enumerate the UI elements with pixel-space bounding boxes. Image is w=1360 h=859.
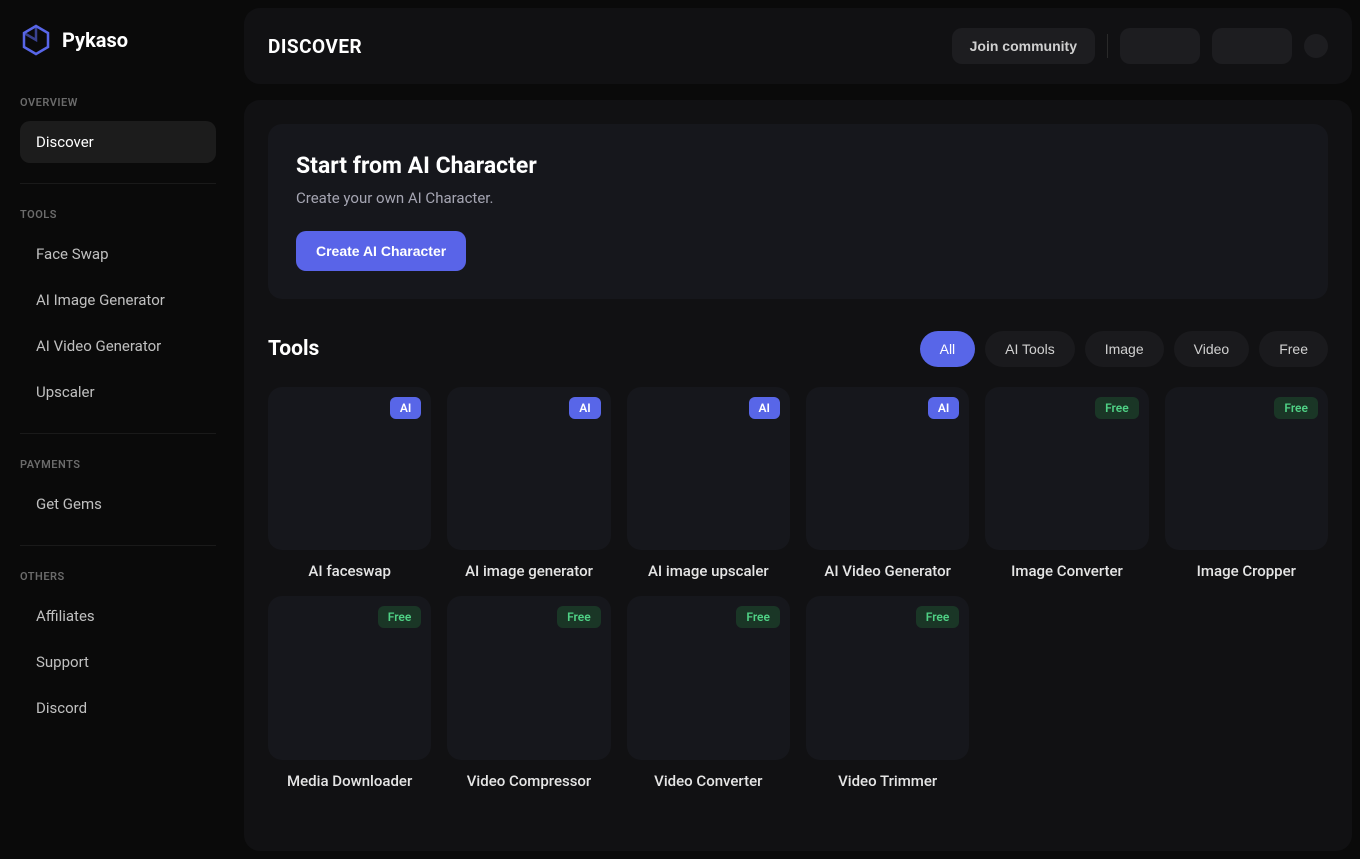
join-community-button[interactable]: Join community <box>952 28 1095 64</box>
tool-thumbnail: Free <box>268 596 431 759</box>
sidebar-item-upscaler[interactable]: Upscaler <box>20 371 216 413</box>
section-label-overview: OVERVIEW <box>20 96 216 109</box>
hero-subtitle: Create your own AI Character. <box>296 189 1300 207</box>
logo[interactable]: Pykaso <box>20 24 216 56</box>
sidebar-item-face-swap[interactable]: Face Swap <box>20 233 216 275</box>
tools-header: Tools All AI Tools Image Video Free <box>268 331 1328 367</box>
sidebar-item-support[interactable]: Support <box>20 641 216 683</box>
tool-badge: Free <box>1095 397 1139 419</box>
divider <box>20 183 216 184</box>
tool-label: AI faceswap <box>268 562 431 580</box>
avatar-skeleton[interactable] <box>1304 34 1328 58</box>
sidebar-item-discord[interactable]: Discord <box>20 687 216 729</box>
content: Start from AI Character Create your own … <box>244 100 1352 851</box>
tool-label: AI Video Generator <box>806 562 969 580</box>
tool-card[interactable]: AI AI image upscaler <box>627 387 790 580</box>
section-label-payments: PAYMENTS <box>20 458 216 471</box>
hero-banner: Start from AI Character Create your own … <box>268 124 1328 299</box>
tool-badge: Free <box>916 606 960 628</box>
hero-title: Start from AI Character <box>296 152 1300 179</box>
tool-card[interactable]: AI AI Video Generator <box>806 387 969 580</box>
filter-ai-tools[interactable]: AI Tools <box>985 331 1075 367</box>
tool-card[interactable]: Free Video Trimmer <box>806 596 969 789</box>
sidebar-item-ai-video-generator[interactable]: AI Video Generator <box>20 325 216 367</box>
tool-label: Image Converter <box>985 562 1148 580</box>
tool-thumbnail: Free <box>806 596 969 759</box>
tool-card[interactable]: Free Video Compressor <box>447 596 610 789</box>
section-label-others: OTHERS <box>20 570 216 583</box>
tool-card[interactable]: Free Image Cropper <box>1165 387 1328 580</box>
tool-card[interactable]: Free Video Converter <box>627 596 790 789</box>
header-divider <box>1107 34 1108 58</box>
tool-thumbnail: AI <box>447 387 610 550</box>
sidebar-item-discover[interactable]: Discover <box>20 121 216 163</box>
sidebar-item-get-gems[interactable]: Get Gems <box>20 483 216 525</box>
filter-group: All AI Tools Image Video Free <box>920 331 1328 367</box>
tool-badge: AI <box>390 397 421 419</box>
tool-badge: AI <box>928 397 959 419</box>
divider <box>20 433 216 434</box>
tool-label: Media Downloader <box>268 772 431 790</box>
tools-title: Tools <box>268 337 319 361</box>
tool-label: Image Cropper <box>1165 562 1328 580</box>
main: DISCOVER Join community Start from AI Ch… <box>236 0 1360 859</box>
filter-image[interactable]: Image <box>1085 331 1164 367</box>
tool-thumbnail: Free <box>627 596 790 759</box>
filter-all[interactable]: All <box>920 331 976 367</box>
tool-thumbnail: AI <box>627 387 790 550</box>
tool-thumbnail: Free <box>447 596 610 759</box>
logo-icon <box>20 24 52 56</box>
tool-card[interactable]: AI AI faceswap <box>268 387 431 580</box>
tool-card[interactable]: AI AI image generator <box>447 387 610 580</box>
filter-video[interactable]: Video <box>1174 331 1250 367</box>
skeleton-button[interactable] <box>1120 28 1200 64</box>
tool-card[interactable]: Free Media Downloader <box>268 596 431 789</box>
sidebar-item-affiliates[interactable]: Affiliates <box>20 595 216 637</box>
divider <box>20 545 216 546</box>
create-ai-character-button[interactable]: Create AI Character <box>296 231 466 271</box>
tool-badge: AI <box>569 397 600 419</box>
tool-thumbnail: AI <box>806 387 969 550</box>
page-title: DISCOVER <box>268 35 362 58</box>
tool-badge: Free <box>557 606 601 628</box>
skeleton-button[interactable] <box>1212 28 1292 64</box>
tool-label: AI image upscaler <box>627 562 790 580</box>
tool-badge: AI <box>749 397 780 419</box>
section-label-tools: TOOLS <box>20 208 216 221</box>
filter-free[interactable]: Free <box>1259 331 1328 367</box>
tool-label: Video Compressor <box>447 772 610 790</box>
tools-grid: AI AI faceswap AI AI image generator AI AI im… <box>268 387 1328 790</box>
tool-badge: Free <box>1274 397 1318 419</box>
tool-label: Video Trimmer <box>806 772 969 790</box>
logo-text: Pykaso <box>62 28 128 52</box>
header: DISCOVER Join community <box>244 8 1352 84</box>
sidebar-item-ai-image-generator[interactable]: AI Image Generator <box>20 279 216 321</box>
tool-thumbnail: AI <box>268 387 431 550</box>
tool-badge: Free <box>736 606 780 628</box>
tool-card[interactable]: Free Image Converter <box>985 387 1148 580</box>
tool-thumbnail: Free <box>985 387 1148 550</box>
tool-label: AI image generator <box>447 562 610 580</box>
tool-badge: Free <box>378 606 422 628</box>
sidebar: Pykaso OVERVIEW Discover TOOLS Face Swap… <box>0 0 236 859</box>
tool-thumbnail: Free <box>1165 387 1328 550</box>
tool-label: Video Converter <box>627 772 790 790</box>
header-actions: Join community <box>952 28 1328 64</box>
